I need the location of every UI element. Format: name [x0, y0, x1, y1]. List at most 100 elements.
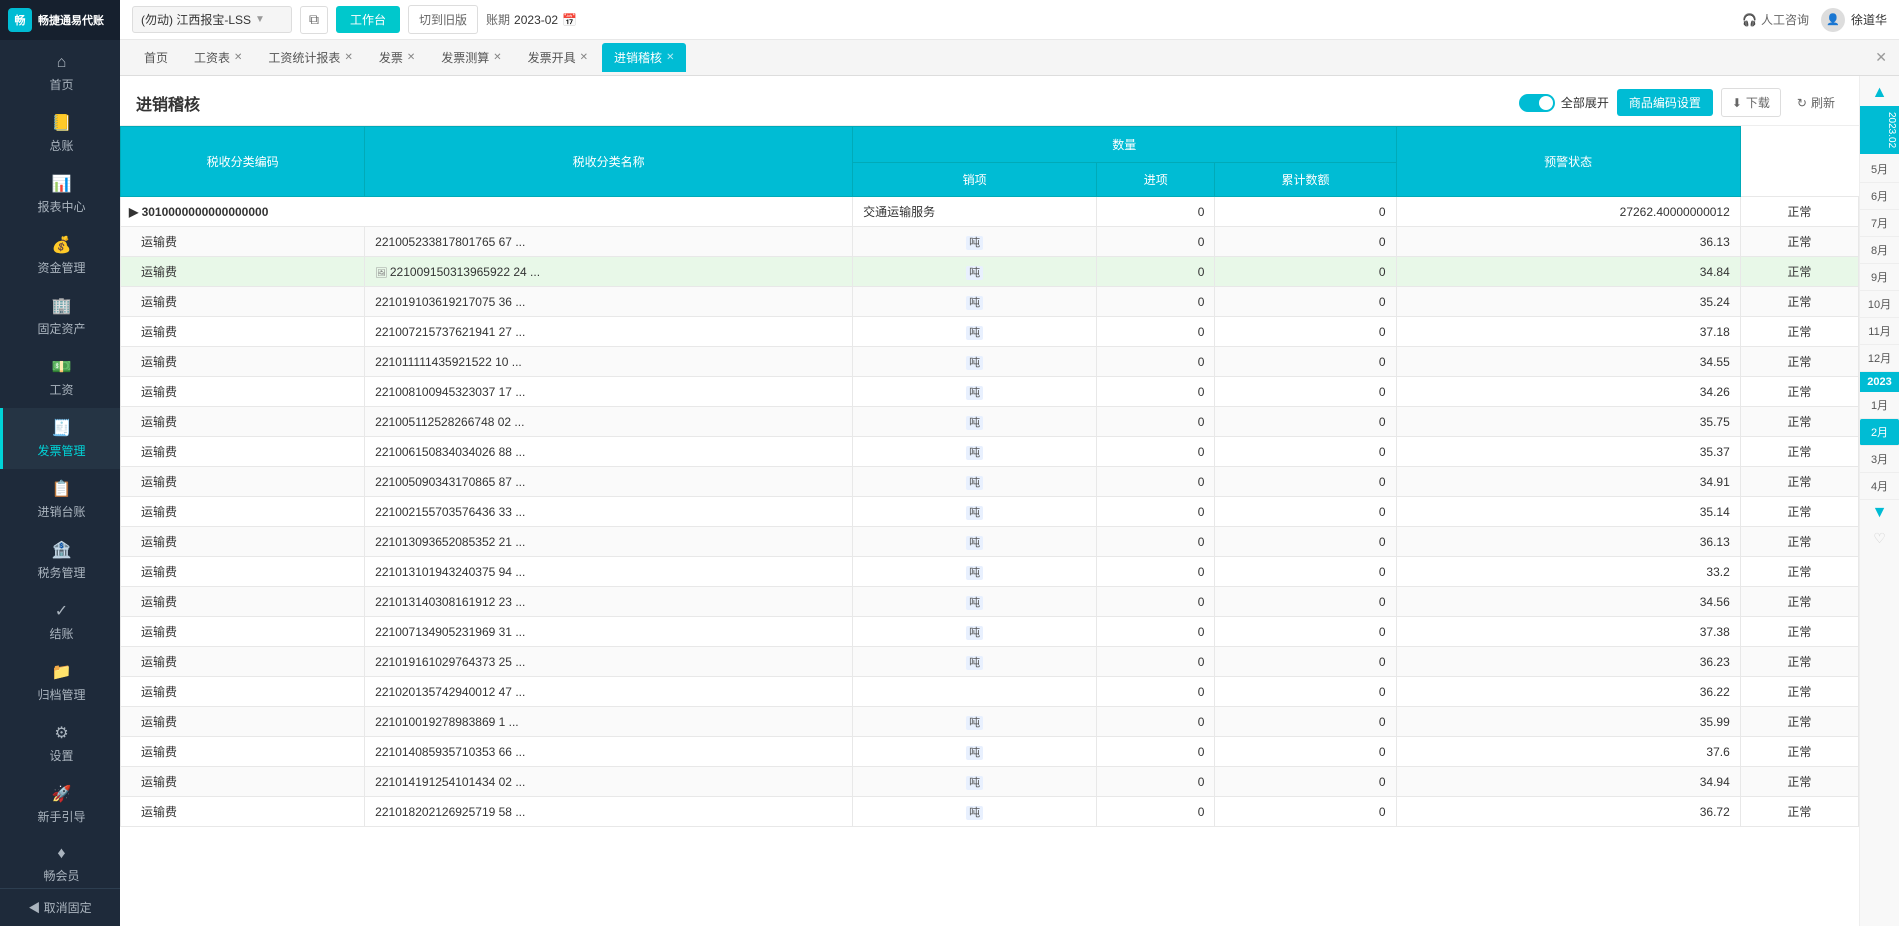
cal-month-11[interactable]: 11月 — [1860, 318, 1899, 345]
sales-cell: 0 — [1097, 707, 1215, 737]
sidebar-item-label: 固定资产 — [37, 320, 85, 337]
table-row[interactable]: 运输费 221005112528266748 02 ... 吨 0 0 35.7… — [121, 407, 1859, 437]
table-row[interactable]: 运输费 221005090343170865 87 ... 吨 0 0 34.9… — [121, 467, 1859, 497]
cal-month-1[interactable]: 1月 — [1860, 392, 1899, 419]
tab-invoice-open[interactable]: 发票开具 ✕ — [516, 43, 600, 72]
close-tab-icon[interactable]: ✕ — [580, 52, 588, 63]
invoice-no-cell: 221013093652085352 21 ... — [365, 527, 853, 557]
cal-month-3[interactable]: 3月 — [1860, 446, 1899, 473]
table-row[interactable]: 运输费 221002155703576436 33 ... 吨 0 0 35.1… — [121, 497, 1859, 527]
table-row[interactable]: 运输费 221014191254101434 02 ... 吨 0 0 34.9… — [121, 767, 1859, 797]
tab-purchase-sales[interactable]: 进销稽核 ✕ — [602, 43, 686, 72]
cal-month-9[interactable]: 9月 — [1860, 264, 1899, 291]
tab-invoice-calc[interactable]: 发票测算 ✕ — [429, 43, 513, 72]
company-selector[interactable]: (勿动) 江西报宝-LSS ▼ — [132, 6, 292, 33]
goods-settings-button[interactable]: 商品编码设置 — [1617, 89, 1713, 116]
cal-month-6[interactable]: 6月 — [1860, 183, 1899, 210]
table-row[interactable]: 运输费 221007215737621941 27 ... 吨 0 0 37.1… — [121, 317, 1859, 347]
table-row[interactable]: 运输费 🖼221009150313965922 24 ... 吨 0 0 34.… — [121, 257, 1859, 287]
status-cell: 正常 — [1740, 677, 1858, 707]
table-row[interactable]: 运输费 221006150834034026 88 ... 吨 0 0 35.3… — [121, 437, 1859, 467]
flag-cell: 吨 — [853, 467, 1097, 497]
download-button[interactable]: ⬇ 下载 — [1721, 88, 1781, 117]
table-row[interactable]: 运输费 221008100945323037 17 ... 吨 0 0 34.2… — [121, 377, 1859, 407]
table-row[interactable]: 运输费 221013093652085352 21 ... 吨 0 0 36.1… — [121, 527, 1859, 557]
tab-home[interactable]: 首页 — [132, 43, 180, 72]
sidebar-item-capital[interactable]: 💰 资金管理 — [0, 225, 120, 286]
sidebar-item-ledger[interactable]: 📒 总账 — [0, 103, 120, 164]
table-row[interactable]: 运输费 221011111435921522 10 ... 吨 0 0 34.5… — [121, 347, 1859, 377]
sidebar-item-settlement[interactable]: ✓ 结账 — [0, 591, 120, 652]
user-menu[interactable]: 👤 徐道华 — [1821, 8, 1887, 32]
page-title: 进销稽核 — [136, 91, 200, 115]
sidebar-item-reports[interactable]: 📊 报表中心 — [0, 164, 120, 225]
name-cell: 运输费 — [121, 737, 365, 767]
table-row[interactable]: 运输费 221013140308161912 23 ... 吨 0 0 34.5… — [121, 587, 1859, 617]
calendar-up-nav[interactable]: ▲ — [1868, 80, 1892, 106]
table-row[interactable]: 运输费 221005233817801765 67 ... 吨 0 0 36.1… — [121, 227, 1859, 257]
refresh-button[interactable]: ↻ 刷新 — [1789, 89, 1843, 116]
close-tab-icon[interactable]: ✕ — [666, 52, 674, 63]
cal-month-12[interactable]: 12月 — [1860, 345, 1899, 372]
purchase-cell: 0 — [1215, 497, 1396, 527]
sidebar-item-assets[interactable]: 🏢 固定资产 — [0, 286, 120, 347]
favorite-icon[interactable]: ♡ — [1869, 526, 1890, 551]
col-cumulative: 累计数额 — [1215, 163, 1396, 197]
flag-cell: 吨 — [853, 497, 1097, 527]
table-row[interactable]: 运输费 221007134905231969 31 ... 吨 0 0 37.3… — [121, 617, 1859, 647]
table-row[interactable]: 运输费 221010019278983869 1 ... 吨 0 0 35.99… — [121, 707, 1859, 737]
table-row[interactable]: 运输费 221019161029764373 25 ... 吨 0 0 36.2… — [121, 647, 1859, 677]
cumulative-cell: 34.91 — [1396, 467, 1740, 497]
toggle-switch[interactable] — [1519, 94, 1555, 112]
data-table-container[interactable]: 税收分类编码 税收分类名称 数量 预警状态 销项 进项 累计数额 ▶ 30100… — [120, 126, 1859, 926]
sidebar-item-archive[interactable]: 📁 归档管理 — [0, 652, 120, 713]
sidebar-item-tax[interactable]: 🏦 税务管理 — [0, 530, 120, 591]
table-row[interactable]: 运输费 221013101943240375 94 ... 吨 0 0 33.2… — [121, 557, 1859, 587]
close-tab-icon[interactable]: ✕ — [234, 52, 242, 63]
table-row[interactable]: 运输费 221014085935710353 66 ... 吨 0 0 37.6… — [121, 737, 1859, 767]
tab-payroll-table[interactable]: 工资表 ✕ — [182, 43, 254, 72]
purchase-cell: 0 — [1215, 257, 1396, 287]
close-tab-icon[interactable]: ✕ — [493, 52, 501, 63]
calendar-icon[interactable]: 📅 — [562, 13, 577, 27]
tab-payroll-stats[interactable]: 工资统计报表 ✕ — [256, 43, 364, 72]
service-button[interactable]: 🎧 人工咨询 — [1742, 11, 1809, 28]
expand-all-toggle[interactable]: 全部展开 — [1519, 94, 1609, 112]
sidebar-item-label: 结账 — [49, 625, 73, 642]
switch-version-button[interactable]: 切到旧版 — [408, 5, 478, 34]
sidebar-item-payroll[interactable]: 💵 工资 — [0, 347, 120, 408]
table-row[interactable]: 运输费 221018202126925719 58 ... 吨 0 0 36.7… — [121, 797, 1859, 827]
table-row[interactable]: 运输费 221020135742940012 47 ... 0 0 36.22 … — [121, 677, 1859, 707]
close-tab-icon[interactable]: ✕ — [407, 52, 415, 63]
cal-month-10[interactable]: 10月 — [1860, 291, 1899, 318]
sidebar-item-home[interactable]: ⌂ 首页 — [0, 44, 120, 103]
cal-month-7[interactable]: 7月 — [1860, 210, 1899, 237]
tab-invoice[interactable]: 发票 ✕ — [367, 43, 427, 72]
sidebar-item-settings[interactable]: ⚙ 设置 — [0, 713, 120, 774]
sidebar-unpin[interactable]: ◀ 取消固定 — [0, 888, 120, 926]
sidebar-item-member[interactable]: ♦ 畅会员 — [0, 835, 120, 888]
close-all-tabs-button[interactable]: ✕ — [1875, 49, 1887, 66]
flag-cell: 吨 — [853, 437, 1097, 467]
sidebar-item-invoice[interactable]: 🧾 发票管理 — [0, 408, 120, 469]
tab-payroll-table-label: 工资表 — [194, 49, 230, 66]
cal-month-8[interactable]: 8月 — [1860, 237, 1899, 264]
workbench-button[interactable]: 工作台 — [336, 6, 400, 33]
name-cell: 运输费 — [121, 677, 365, 707]
sidebar-item-label: 进销台账 — [37, 503, 85, 520]
table-row[interactable]: ▶ 3010000000000000000 交通运输服务 0 0 27262.4… — [121, 197, 1859, 227]
close-tab-icon[interactable]: ✕ — [344, 52, 352, 63]
flag-cell: 吨 — [853, 617, 1097, 647]
sidebar-item-sales-ledger[interactable]: 📋 进销台账 — [0, 469, 120, 530]
cal-month-4[interactable]: 4月 — [1860, 473, 1899, 500]
copy-company-button[interactable]: ⧉ — [300, 6, 328, 34]
invoice-no-cell: 221007215737621941 27 ... — [365, 317, 853, 347]
cal-month-5[interactable]: 5月 — [1860, 156, 1899, 183]
table-row[interactable]: 运输费 221019103619217075 36 ... 吨 0 0 35.2… — [121, 287, 1859, 317]
sidebar-item-guide[interactable]: 🚀 新手引导 — [0, 774, 120, 835]
calendar-down-nav[interactable]: ▼ — [1868, 500, 1892, 526]
sales-cell: 0 — [1097, 407, 1215, 437]
sales-cell: 0 — [1097, 737, 1215, 767]
app-logo: 畅 畅捷通易代账 — [0, 0, 120, 40]
cal-month-2[interactable]: 2月 — [1860, 419, 1899, 446]
